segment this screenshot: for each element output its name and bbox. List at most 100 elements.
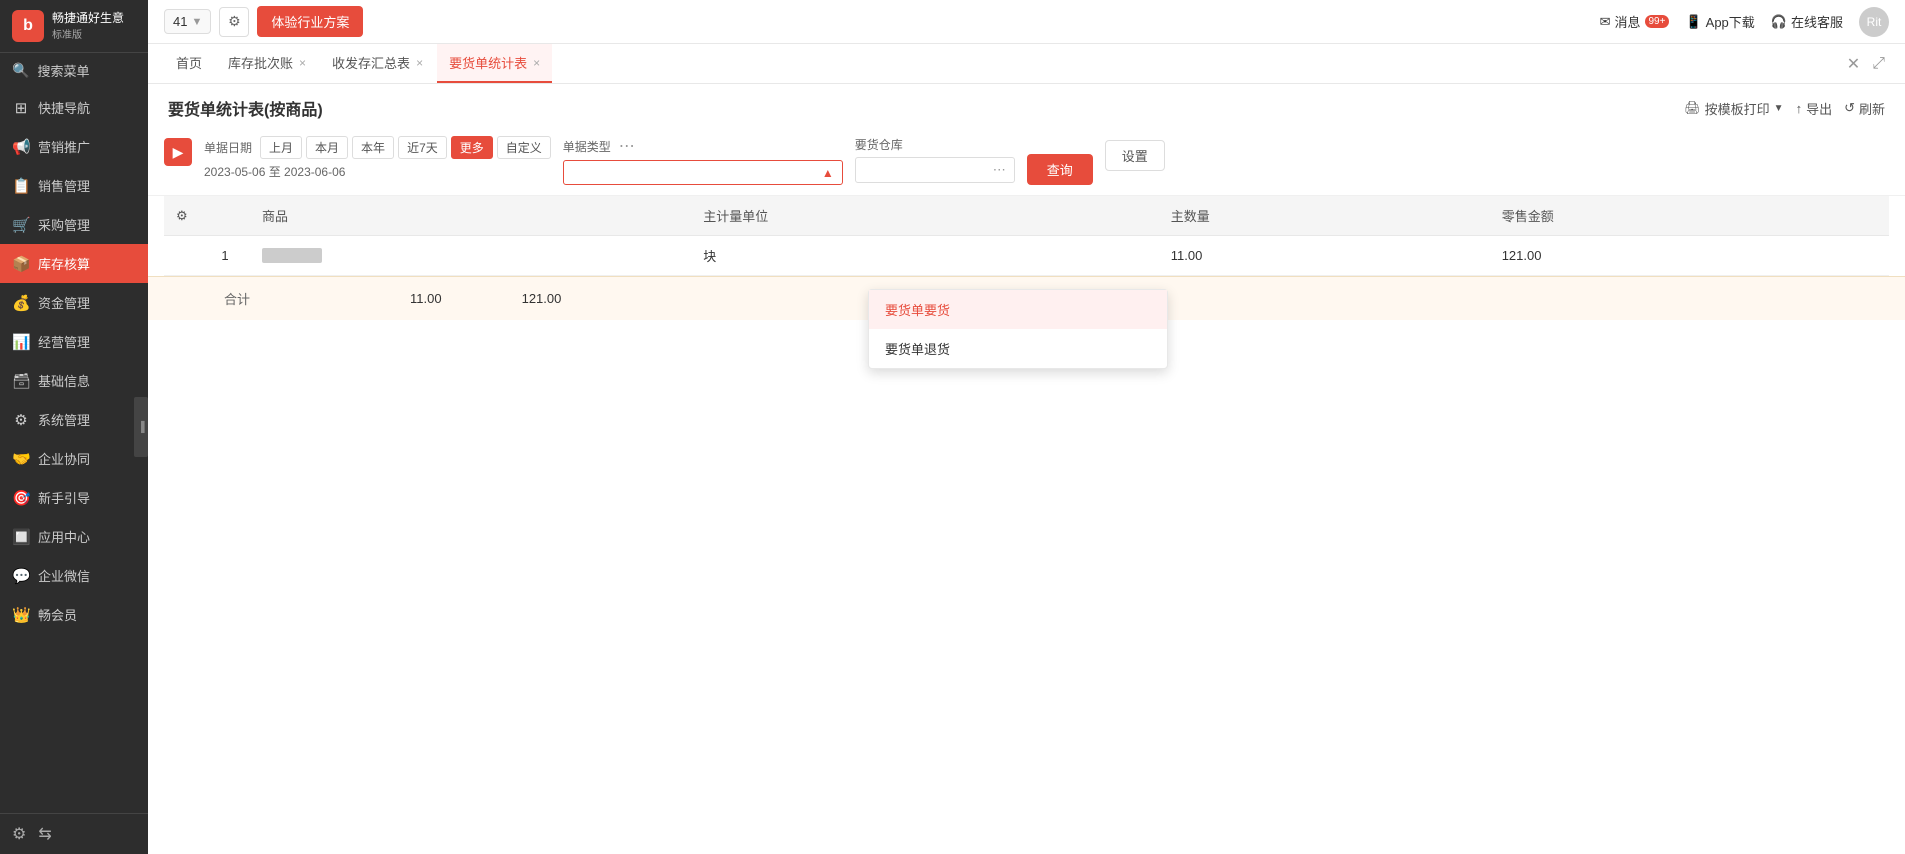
tab-home[interactable]: 首页 <box>164 44 214 83</box>
sidebar-item-system[interactable]: ⚙ 系统管理 <box>0 400 148 439</box>
message-action[interactable]: ✉ 消息 99+ <box>1600 12 1670 31</box>
footer-label: 合计 <box>224 289 250 308</box>
sidebar-search-item[interactable]: 🔍 搜索菜单 <box>0 53 148 88</box>
print-action[interactable]: 🖨 按模板打印 ▼ <box>1684 99 1783 118</box>
user-initials: Rit <box>1867 15 1882 29</box>
logo-icon: b <box>12 10 44 42</box>
export-action[interactable]: ↑ 导出 <box>1796 99 1833 118</box>
sidebar-item-app-center[interactable]: 🔲 应用中心 <box>0 517 148 556</box>
tab-batch-account[interactable]: 库存批次账 × <box>216 44 318 83</box>
sidebar-item-label: 销售管理 <box>38 176 136 195</box>
row-amount-cell: 121.00 <box>1490 236 1889 276</box>
page-actions: 🖨 按模板打印 ▼ ↑ 导出 ↺ 刷新 <box>1684 99 1885 118</box>
app-download-action[interactable]: 📱 App下载 <box>1685 12 1754 31</box>
date-filter-group: 单据日期 上月 本月 本年 近7天 更多 自定义 2023-05-06 至 20… <box>204 136 551 180</box>
export-icon: ↑ <box>1796 101 1803 116</box>
footer-amount: 121.00 <box>522 291 562 306</box>
user-avatar[interactable]: Rit <box>1859 7 1889 37</box>
sidebar-scroll-handle[interactable]: ▐ <box>134 397 148 457</box>
refresh-icon: ↺ <box>1844 100 1855 116</box>
product-name-blurred <box>262 248 322 263</box>
tab-order-stats-close[interactable]: × <box>533 56 540 70</box>
main-content: 41 ▼ ⚙ 体验行业方案 ✉ 消息 99+ 📱 App下载 🎧 在线客服 Ri… <box>148 0 1905 854</box>
dropdown-item-order-return[interactable]: 要货单退货 <box>869 329 1167 368</box>
more-dates-btn[interactable]: 更多 <box>451 136 493 159</box>
col-settings-header[interactable]: ⚙ <box>164 196 200 236</box>
sidebar-gear-icon[interactable]: ⚙ <box>12 824 26 844</box>
purchase-icon: 🛒 <box>12 216 30 234</box>
type-select-wrapper[interactable]: ▲ <box>563 160 843 185</box>
sidebar-item-marketing[interactable]: 📢 营销推广 <box>0 127 148 166</box>
sidebar-item-operations[interactable]: 📊 经营管理 <box>0 322 148 361</box>
sidebar-item-enterprise[interactable]: 🤝 企业协同 <box>0 439 148 478</box>
quick-nav-icon: ⊞ <box>12 99 30 117</box>
logo-sub: 标准版 <box>52 26 124 41</box>
search-icon: 🔍 <box>12 62 29 79</box>
sidebar-item-inventory[interactable]: 📦 库存核算 <box>0 244 148 283</box>
topbar: 41 ▼ ⚙ 体验行业方案 ✉ 消息 99+ 📱 App下载 🎧 在线客服 Ri… <box>148 0 1905 44</box>
marketing-icon: 📢 <box>12 138 30 156</box>
topbar-gear-button[interactable]: ⚙ <box>219 7 249 37</box>
row-product-cell <box>250 236 691 276</box>
query-button[interactable]: 查询 <box>1027 154 1093 185</box>
col-qty-header: 主数量 <box>1159 196 1490 236</box>
page-header: 要货单统计表(按商品) 🖨 按模板打印 ▼ ↑ 导出 ↺ 刷新 <box>148 84 1905 128</box>
sidebar-item-label: 企业微信 <box>38 566 136 585</box>
sidebar-item-label: 采购管理 <box>38 215 136 234</box>
type-select-arrow-up[interactable]: ▲ <box>822 166 834 180</box>
tab-batch-account-close[interactable]: × <box>299 56 306 70</box>
warehouse-select[interactable]: ⋯ <box>855 157 1015 183</box>
sidebar: b 畅捷通好生意 标准版 🔍 搜索菜单 ⊞ 快捷导航 📢 营销推广 📋 销售管理… <box>0 0 148 854</box>
last-7days-btn[interactable]: 近7天 <box>398 136 447 159</box>
page-title: 要货单统计表(按商品) <box>168 96 323 120</box>
tab-receipts-close[interactable]: × <box>416 56 423 70</box>
this-year-btn[interactable]: 本年 <box>352 136 394 159</box>
tab-order-stats[interactable]: 要货单统计表 × <box>437 44 552 83</box>
sidebar-bottom: ⚙ ⇆ <box>0 813 148 854</box>
tab-receipts-summary[interactable]: 收发存汇总表 × <box>320 44 435 83</box>
dropdown-item-label: 要货单退货 <box>885 342 950 357</box>
print-dropdown-icon: ▼ <box>1774 103 1784 114</box>
table-header: ⚙ 商品 主计量单位 主数量 零售金额 <box>164 196 1889 236</box>
sidebar-item-label: 企业协同 <box>38 449 136 468</box>
warehouse-select-more: ⋯ <box>993 162 1006 178</box>
industry-button[interactable]: 体验行业方案 <box>257 6 363 37</box>
type-filter-group: 单据类型 ⋯ ▲ <box>563 136 843 185</box>
window-expand-button[interactable]: ⤢ <box>1868 55 1889 73</box>
sidebar-item-purchase[interactable]: 🛒 采购管理 <box>0 205 148 244</box>
sidebar-search-label: 搜索菜单 <box>37 61 89 80</box>
dropdown-item-order-purchase[interactable]: 要货单要货 <box>869 290 1167 329</box>
sidebar-item-quick-nav[interactable]: ⊞ 快捷导航 <box>0 88 148 127</box>
row-settings-cell <box>164 236 200 276</box>
window-close-button[interactable]: ✕ <box>1843 54 1864 74</box>
store-selector[interactable]: 41 ▼ <box>164 9 211 34</box>
warehouse-filter-label: 要货仓库 <box>855 136 903 153</box>
last-month-btn[interactable]: 上月 <box>260 136 302 159</box>
dropdown-item-label: 要货单要货 <box>885 303 950 318</box>
tabs-window-controls: ✕ ⤢ <box>1843 54 1889 74</box>
service-label: 在线客服 <box>1791 12 1843 31</box>
topbar-right: ✉ 消息 99+ 📱 App下载 🎧 在线客服 Rit <box>1600 7 1889 37</box>
sidebar-item-wechat[interactable]: 💬 企业微信 <box>0 556 148 595</box>
sidebar-item-finance[interactable]: 💰 资金管理 <box>0 283 148 322</box>
settings-button[interactable]: 设置 <box>1105 140 1165 171</box>
sidebar-collapse-icon[interactable]: ⇆ <box>38 824 51 844</box>
message-badge: 99+ <box>1645 15 1670 28</box>
sidebar-item-member[interactable]: 👑 畅会员 <box>0 595 148 634</box>
col-amount-header: 零售金额 <box>1490 196 1889 236</box>
sidebar-item-sales[interactable]: 📋 销售管理 <box>0 166 148 205</box>
logo-text: 畅捷通好生意 <box>52 11 124 27</box>
date-range-text: 2023-05-06 至 2023-06-06 <box>204 163 345 180</box>
this-month-btn[interactable]: 本月 <box>306 136 348 159</box>
type-select-input[interactable] <box>572 165 818 180</box>
sidebar-item-guide[interactable]: 🎯 新手引导 <box>0 478 148 517</box>
custom-date-btn[interactable]: 自定义 <box>497 136 551 159</box>
table-row: 1 块 11.00 121.00 <box>164 236 1889 276</box>
filter-expand-button[interactable]: ▶ <box>164 138 192 166</box>
message-icon: ✉ <box>1600 14 1611 30</box>
online-service-action[interactable]: 🎧 在线客服 <box>1771 12 1843 31</box>
sidebar-item-basic-info[interactable]: 🗃 基础信息 <box>0 361 148 400</box>
refresh-action[interactable]: ↺ 刷新 <box>1844 99 1885 118</box>
message-label: 消息 <box>1614 12 1640 31</box>
type-filter-more[interactable]: ⋯ <box>619 136 635 156</box>
